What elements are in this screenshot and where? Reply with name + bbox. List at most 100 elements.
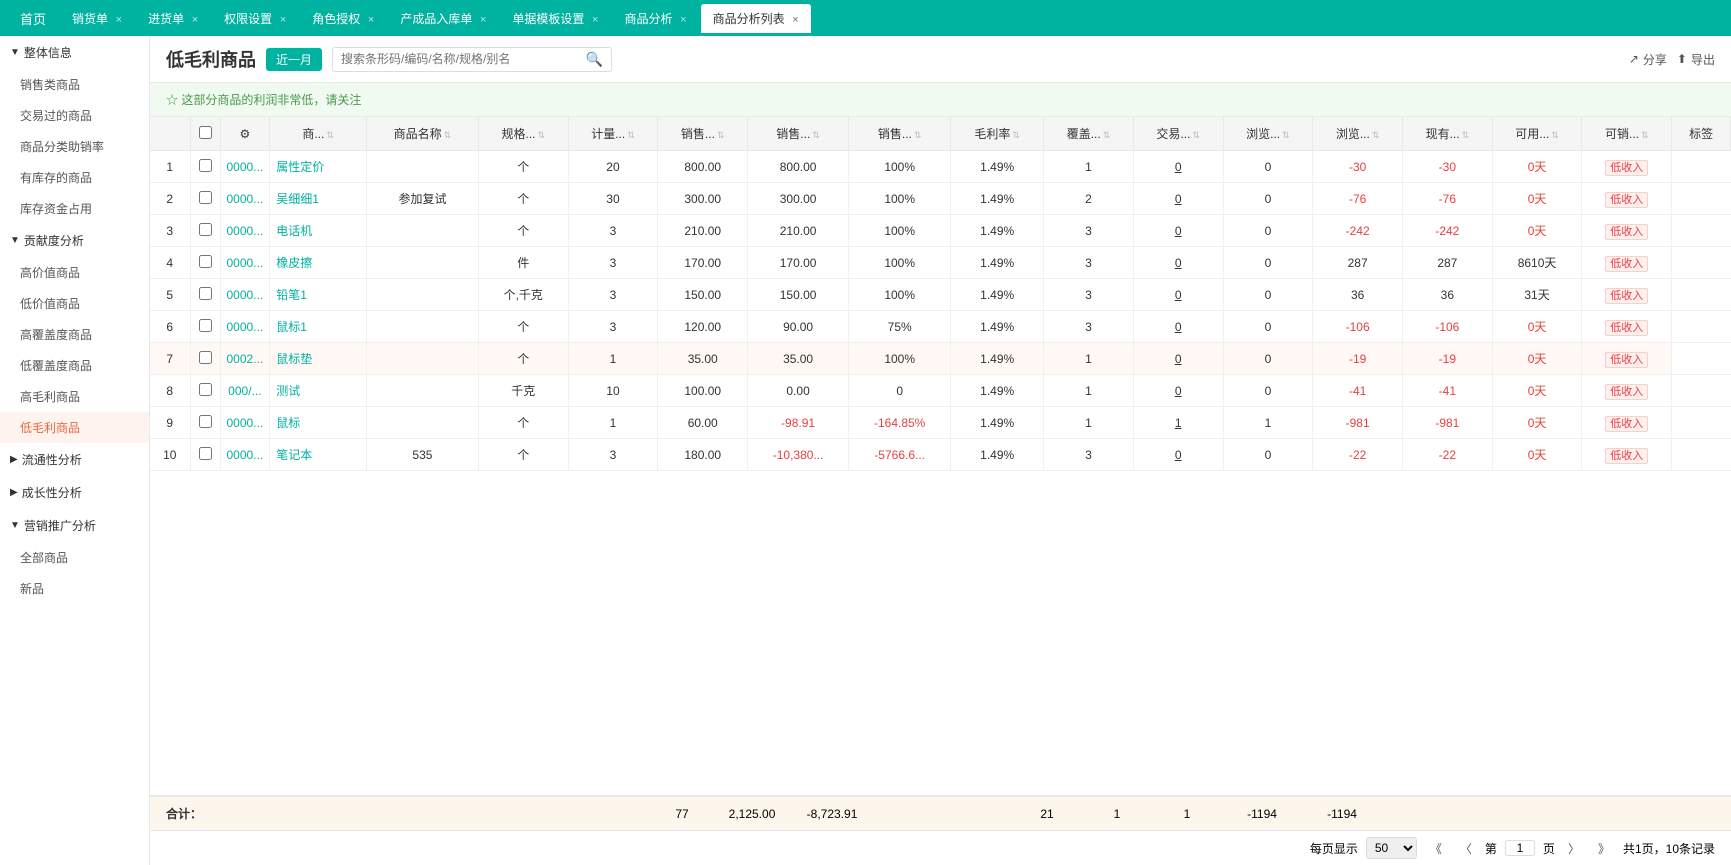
nav-close-template-settings[interactable]: × <box>592 14 598 26</box>
col-header-tag[interactable]: 标签 <box>1672 117 1731 151</box>
sidebar-item-high-margin[interactable]: 高毛利商品 <box>0 381 149 412</box>
nav-close-purchase[interactable]: × <box>192 14 198 26</box>
nav-close-product-analysis[interactable]: × <box>680 14 686 26</box>
nav-purchase[interactable]: 进货单 × <box>136 4 210 33</box>
sidebar-item-all-goods[interactable]: 全部商品 <box>0 542 149 573</box>
per-page-select[interactable]: 50 100 200 <box>1366 837 1417 859</box>
col-header-coverage[interactable]: 覆盖...⇅ <box>1044 117 1134 151</box>
nav-close-finished-goods[interactable]: × <box>480 14 486 26</box>
row-checkbox[interactable] <box>199 191 212 204</box>
cell-browse1[interactable]: 0 <box>1133 183 1223 215</box>
cell-name[interactable]: 吴细细1 <box>270 183 367 215</box>
share-button[interactable]: ↗ 分享 <box>1629 51 1667 68</box>
export-button[interactable]: ⬆ 导出 <box>1677 51 1715 68</box>
sidebar-section-overall[interactable]: ▼ 整体信息 <box>0 36 149 69</box>
nav-close-roles[interactable]: × <box>368 14 374 26</box>
pag-next[interactable]: 〉 <box>1563 838 1585 859</box>
col-header-browse1[interactable]: 浏览...⇅ <box>1223 117 1313 151</box>
col-header-gross-margin[interactable]: 毛利率⇅ <box>951 117 1044 151</box>
sidebar-item-traded-goods[interactable]: 交易过的商品 <box>0 100 149 131</box>
nav-roles[interactable]: 角色授权 × <box>300 4 386 33</box>
col-header-sales-price[interactable]: 销售...⇅ <box>748 117 849 151</box>
cell-browse1[interactable]: 0 <box>1133 375 1223 407</box>
nav-template-settings[interactable]: 单据模板设置 × <box>500 4 610 33</box>
cell-browse1[interactable]: 0 <box>1133 343 1223 375</box>
pag-prev[interactable]: 〈 <box>1455 838 1477 859</box>
cell-browse1[interactable]: 0 <box>1133 215 1223 247</box>
cell-check[interactable] <box>190 279 220 311</box>
col-header-settings[interactable]: ⚙ <box>220 117 270 151</box>
col-header-current-stock[interactable]: 现有...⇅ <box>1402 117 1492 151</box>
cell-check[interactable] <box>190 183 220 215</box>
row-checkbox[interactable] <box>199 351 212 364</box>
row-checkbox[interactable] <box>199 159 212 172</box>
cell-check[interactable] <box>190 311 220 343</box>
col-header-name[interactable]: 商品名称⇅ <box>366 117 478 151</box>
sidebar-section-contribution[interactable]: ▼ 贡献度分析 <box>0 224 149 257</box>
cell-browse1[interactable]: 0 <box>1133 311 1223 343</box>
cell-check[interactable] <box>190 343 220 375</box>
col-header-browse2[interactable]: 浏览...⇅ <box>1313 117 1403 151</box>
nav-close-permissions[interactable]: × <box>280 14 286 26</box>
row-checkbox[interactable] <box>199 319 212 332</box>
sidebar-section-marketing[interactable]: ▼ 营销推广分析 <box>0 509 149 542</box>
col-header-sales-qty[interactable]: 销售...⇅ <box>658 117 748 151</box>
sidebar-item-low-coverage[interactable]: 低覆盖度商品 <box>0 350 149 381</box>
sidebar-section-growth[interactable]: ▶ 成长性分析 <box>0 476 149 509</box>
cell-name[interactable]: 电话机 <box>270 215 367 247</box>
nav-product-analysis[interactable]: 商品分析 × <box>612 4 698 33</box>
sidebar-item-category-rate[interactable]: 商品分类助销率 <box>0 131 149 162</box>
cell-browse1[interactable]: 0 <box>1133 151 1223 183</box>
search-icon[interactable]: 🔍 <box>586 51 603 68</box>
row-checkbox[interactable] <box>199 287 212 300</box>
cell-check[interactable] <box>190 215 220 247</box>
nav-sales[interactable]: 销货单 × <box>60 4 134 33</box>
cell-name[interactable]: 鼠标 <box>270 407 367 439</box>
sidebar-item-high-coverage[interactable]: 高覆盖度商品 <box>0 319 149 350</box>
cell-browse1[interactable]: 1 <box>1133 407 1223 439</box>
date-filter-button[interactable]: 近一月 <box>266 48 322 71</box>
pag-prev-prev[interactable]: 《 <box>1425 838 1447 859</box>
cell-name[interactable]: 测试 <box>270 375 367 407</box>
cell-browse1[interactable]: 0 <box>1133 247 1223 279</box>
row-checkbox[interactable] <box>199 447 212 460</box>
col-header-transaction[interactable]: 交易...⇅ <box>1133 117 1223 151</box>
search-input[interactable] <box>341 52 586 66</box>
sidebar-item-high-value[interactable]: 高价值商品 <box>0 257 149 288</box>
nav-close-sales[interactable]: × <box>116 14 122 26</box>
cell-name[interactable]: 橡皮擦 <box>270 247 367 279</box>
sidebar-item-capital-usage[interactable]: 库存资金占用 <box>0 193 149 224</box>
cell-check[interactable] <box>190 247 220 279</box>
nav-product-analysis-list[interactable]: 商品分析列表 × <box>701 4 811 33</box>
nav-permissions[interactable]: 权限设置 × <box>212 4 298 33</box>
sidebar-item-in-stock[interactable]: 有库存的商品 <box>0 162 149 193</box>
col-header-sales-profit[interactable]: 销售...⇅ <box>849 117 951 151</box>
cell-name[interactable]: 笔记本 <box>270 439 367 471</box>
cell-check[interactable] <box>190 439 220 471</box>
col-header-available[interactable]: 可用...⇅ <box>1492 117 1582 151</box>
sidebar-item-low-margin[interactable]: 低毛利商品 <box>0 412 149 443</box>
sidebar-section-liquidity[interactable]: ▶ 流通性分析 <box>0 443 149 476</box>
col-header-code[interactable]: 商...⇅ <box>270 117 367 151</box>
cell-browse1[interactable]: 0 <box>1133 279 1223 311</box>
col-header-spec[interactable]: 规格...⇅ <box>478 117 568 151</box>
row-checkbox[interactable] <box>199 255 212 268</box>
cell-name[interactable]: 铅笔1 <box>270 279 367 311</box>
cell-name[interactable]: 鼠标1 <box>270 311 367 343</box>
cell-check[interactable] <box>190 407 220 439</box>
sidebar-item-sales-goods[interactable]: 销售类商品 <box>0 69 149 100</box>
cell-browse1[interactable]: 0 <box>1133 439 1223 471</box>
sidebar-item-new-goods[interactable]: 新品 <box>0 573 149 604</box>
cell-check[interactable] <box>190 375 220 407</box>
col-header-unit[interactable]: 计量...⇅ <box>568 117 658 151</box>
nav-close-product-analysis-list[interactable]: × <box>792 14 798 26</box>
row-checkbox[interactable] <box>199 383 212 396</box>
row-checkbox[interactable] <box>199 223 212 236</box>
select-all-checkbox[interactable] <box>199 126 212 139</box>
cell-check[interactable] <box>190 151 220 183</box>
nav-home[interactable]: 首页 <box>8 3 58 34</box>
cell-name[interactable]: 鼠标垫 <box>270 343 367 375</box>
sidebar-item-low-value[interactable]: 低价值商品 <box>0 288 149 319</box>
pag-next-next[interactable]: 》 <box>1593 838 1615 859</box>
cell-name[interactable]: 属性定价 <box>270 151 367 183</box>
